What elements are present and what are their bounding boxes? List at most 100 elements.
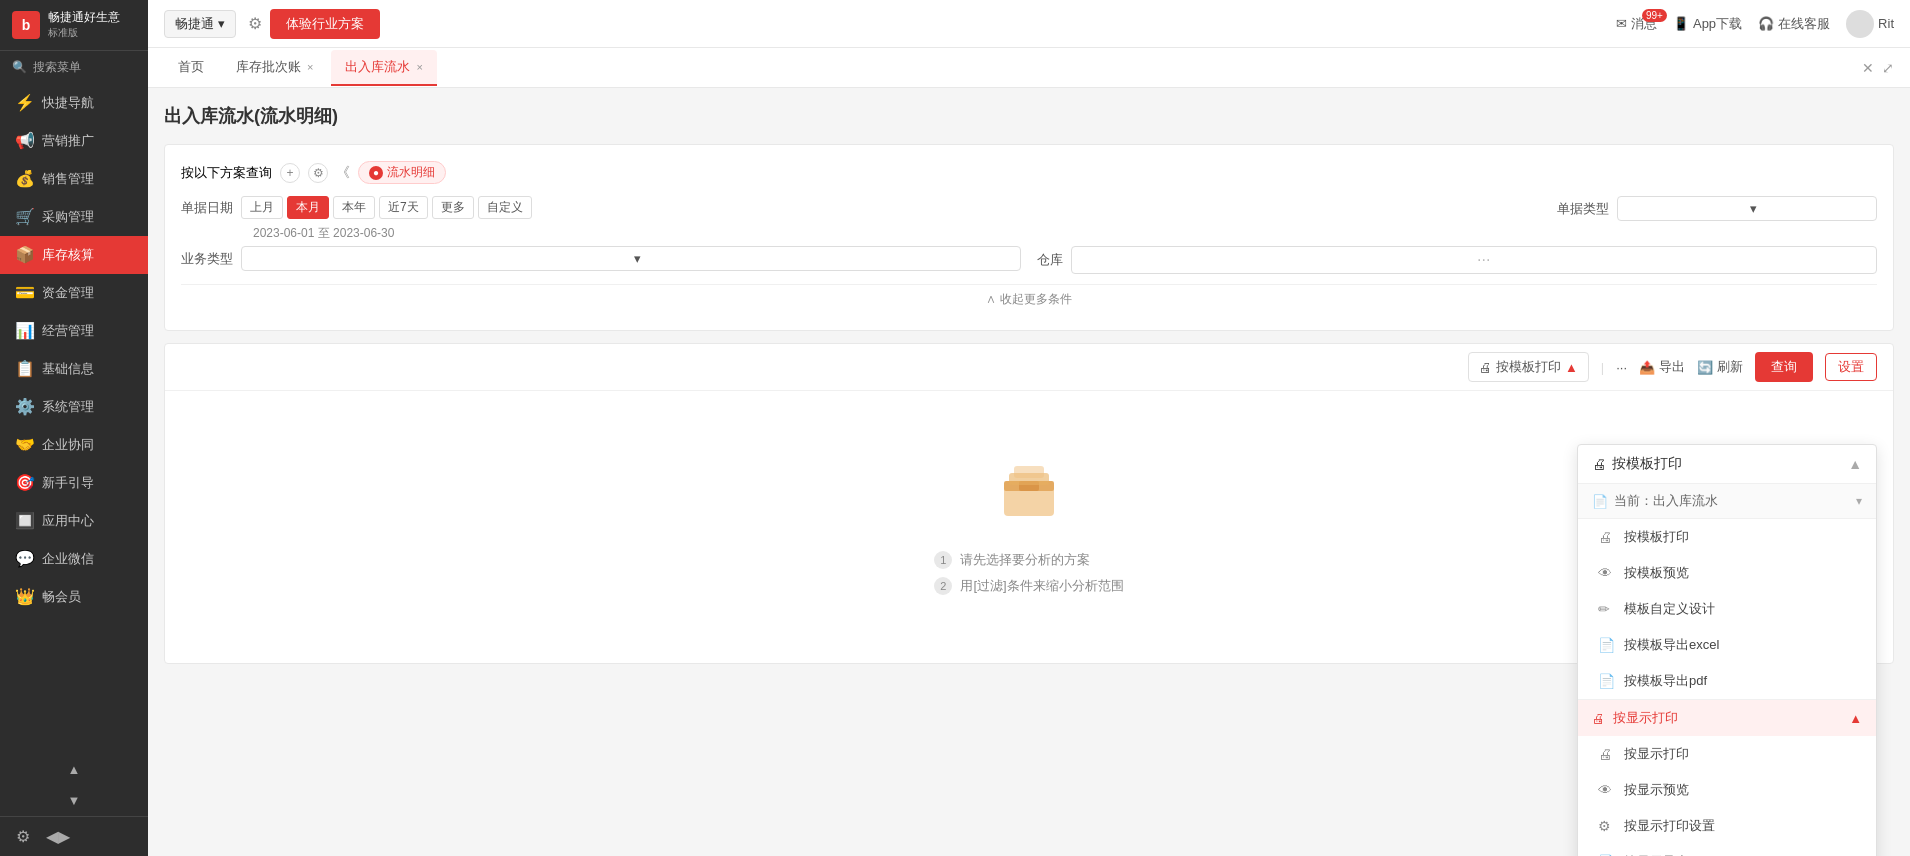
tab-batch-close[interactable]: × — [307, 61, 313, 73]
refresh-button[interactable]: 🔄 刷新 — [1697, 358, 1743, 376]
date-btn-7days[interactable]: 近7天 — [379, 196, 428, 219]
content-toolbar: 🖨 按模板打印 ▲ | ··· 📤 导出 🔄 刷新 查询 设置 — [165, 344, 1893, 391]
wechat-icon: 💬 — [16, 550, 34, 568]
sidebar-item-inventory[interactable]: 📦 库存核算 — [0, 236, 148, 274]
filter-add-button[interactable]: + — [280, 163, 300, 183]
date-btn-last-month[interactable]: 上月 — [241, 196, 283, 219]
export-button[interactable]: 📤 导出 — [1639, 358, 1685, 376]
dropdown-item-template-custom[interactable]: ✏ 模板自定义设计 — [1578, 591, 1876, 627]
sidebar-item-purchase[interactable]: 🛒 采购管理 — [0, 198, 148, 236]
export-label: 导出 — [1659, 358, 1685, 376]
dropdown-item-template-print[interactable]: 🖨 按模板打印 — [1578, 519, 1876, 555]
empty-illustration — [989, 451, 1069, 531]
tab-home[interactable]: 首页 — [164, 50, 218, 86]
sidebar-item-finance[interactable]: 💳 资金管理 — [0, 274, 148, 312]
sidebar-item-system[interactable]: ⚙️ 系统管理 — [0, 388, 148, 426]
sidebar-item-appcenter[interactable]: 🔲 应用中心 — [0, 502, 148, 540]
tab-flow[interactable]: 出入库流水 × — [331, 50, 436, 86]
sidebar-item-basic[interactable]: 📋 基础信息 — [0, 350, 148, 388]
sidebar-item-shortcut[interactable]: ⚡ 快捷导航 — [0, 84, 148, 122]
date-btn-custom[interactable]: 自定义 — [478, 196, 532, 219]
member-icon: 👑 — [16, 588, 34, 606]
operations-icon: 📊 — [16, 322, 34, 340]
sidebar-item-marketing[interactable]: 📢 营销推广 — [0, 122, 148, 160]
dropdown-item-template-pdf[interactable]: 📄 按模板导出pdf — [1578, 663, 1876, 699]
filter-panel: 按以下方案查询 + ⚙ 《 ● 流水明细 单据日期 上月 本月 本年 近7天 — [164, 144, 1894, 331]
filter-business-item: 业务类型 ▾ — [181, 246, 1021, 271]
topbar-gear-icon[interactable]: ⚙ — [248, 14, 262, 33]
sidebar-item-corp[interactable]: 🤝 企业协同 — [0, 426, 148, 464]
settings-button[interactable]: 设置 — [1825, 353, 1877, 381]
date-btn-more[interactable]: 更多 — [432, 196, 474, 219]
sidebar-item-label: 营销推广 — [42, 132, 94, 150]
filter-warehouse-item: 仓库 ··· — [1037, 246, 1877, 274]
filter-collapse-icon[interactable]: 《 — [336, 164, 350, 182]
dropdown-item-display-preview[interactable]: 👁 按显示预览 — [1578, 772, 1876, 808]
collapse-sidebar-icon[interactable]: ◀▶ — [46, 827, 70, 846]
date-btn-this-month[interactable]: 本月 — [287, 196, 329, 219]
user-avatar[interactable]: Rit — [1846, 10, 1894, 38]
display-section-header[interactable]: 🖨 按显示打印 ▲ — [1578, 700, 1876, 736]
dropdown-item-template-preview[interactable]: 👁 按模板预览 — [1578, 555, 1876, 591]
filter-tag-label: 流水明细 — [387, 164, 435, 181]
tab-bar: 首页 库存批次账 × 出入库流水 × ✕ ⤢ — [148, 48, 1910, 88]
sidebar-scroll-down[interactable]: ▼ — [64, 789, 85, 812]
warehouse-dots-icon[interactable]: ··· — [1477, 251, 1866, 269]
business-select[interactable]: ▾ — [241, 246, 1021, 271]
ellipsis-button[interactable]: ··· — [1616, 360, 1627, 375]
dropdown-collapse-btn[interactable]: ▲ — [1848, 456, 1862, 472]
tab-batch[interactable]: 库存批次账 × — [222, 50, 327, 86]
warehouse-select[interactable]: ··· — [1071, 246, 1877, 274]
dropdown-item-display-excel[interactable]: 📄 按显示导出excel — [1578, 844, 1876, 856]
guide-icon: 🎯 — [16, 474, 34, 492]
purchase-icon: 🛒 — [16, 208, 34, 226]
sidebar-item-label: 资金管理 — [42, 284, 94, 302]
empty-tip-1: 1 请先选择要分析的方案 — [934, 551, 1123, 569]
company-selector[interactable]: 畅捷通 ▾ — [164, 10, 236, 38]
message-button[interactable]: ✉ 消息 99+ — [1616, 15, 1657, 33]
sidebar: b 畅捷通好生意 标准版 🔍 搜索菜单 ⚡ 快捷导航 📢 营销推广 💰 销售管理… — [0, 0, 148, 856]
finance-icon: 💳 — [16, 284, 34, 302]
filter-settings-button[interactable]: ⚙ — [308, 163, 328, 183]
industry-solution-button[interactable]: 体验行业方案 — [270, 9, 380, 39]
date-range-text: 2023-06-01 至 2023-06-30 — [253, 225, 394, 242]
sidebar-item-member[interactable]: 👑 畅会员 — [0, 578, 148, 616]
sidebar-scroll-up[interactable]: ▲ — [64, 758, 85, 781]
refresh-icon: 🔄 — [1697, 360, 1713, 375]
print-icon: 🖨 — [1479, 360, 1492, 375]
tab-close-window[interactable]: ✕ — [1862, 60, 1874, 76]
filter-collapse-button[interactable]: ∧ 收起更多条件 — [181, 284, 1877, 314]
app-download-button[interactable]: 📱 App下载 — [1673, 15, 1742, 33]
search-menu-label: 搜索菜单 — [33, 59, 81, 76]
template-print-icon: 🖨 — [1598, 529, 1616, 545]
sidebar-item-label: 企业协同 — [42, 436, 94, 454]
avatar-img — [1846, 10, 1874, 38]
sales-icon: 💰 — [16, 170, 34, 188]
sidebar-item-guide[interactable]: 🎯 新手引导 — [0, 464, 148, 502]
dropdown-sub-header: 📄 当前：出入库流水 ▾ — [1578, 484, 1876, 519]
dropdown-item-template-excel[interactable]: 📄 按模板导出excel — [1578, 627, 1876, 663]
template-icon: 📄 — [1592, 494, 1608, 509]
template-pdf-icon: 📄 — [1598, 673, 1616, 689]
sidebar-item-wechat[interactable]: 💬 企业微信 — [0, 540, 148, 578]
sidebar-item-operations[interactable]: 📊 经营管理 — [0, 312, 148, 350]
tab-expand-window[interactable]: ⤢ — [1882, 60, 1894, 76]
tab-flow-close[interactable]: × — [416, 61, 422, 73]
display-section-icon: 🖨 — [1592, 711, 1605, 726]
dropdown-item-display-settings[interactable]: ⚙ 按显示打印设置 — [1578, 808, 1876, 844]
system-icon: ⚙️ — [16, 398, 34, 416]
query-button[interactable]: 查询 — [1755, 352, 1813, 382]
settings-icon[interactable]: ⚙ — [16, 827, 30, 846]
online-service-button[interactable]: 🎧 在线客服 — [1758, 15, 1830, 33]
type-select[interactable]: ▾ — [1617, 196, 1877, 221]
refresh-label: 刷新 — [1717, 358, 1743, 376]
shortcut-icon: ⚡ — [16, 94, 34, 112]
sidebar-item-sales[interactable]: 💰 销售管理 — [0, 160, 148, 198]
print-button[interactable]: 🖨 按模板打印 ▲ — [1468, 352, 1589, 382]
search-menu-item[interactable]: 🔍 搜索菜单 — [0, 51, 148, 84]
dropdown-item-display-print[interactable]: 🖨 按显示打印 — [1578, 736, 1876, 772]
tip-text-1: 请先选择要分析的方案 — [960, 551, 1090, 569]
headset-icon: 🎧 — [1758, 16, 1774, 31]
marketing-icon: 📢 — [16, 132, 34, 150]
date-btn-this-year[interactable]: 本年 — [333, 196, 375, 219]
